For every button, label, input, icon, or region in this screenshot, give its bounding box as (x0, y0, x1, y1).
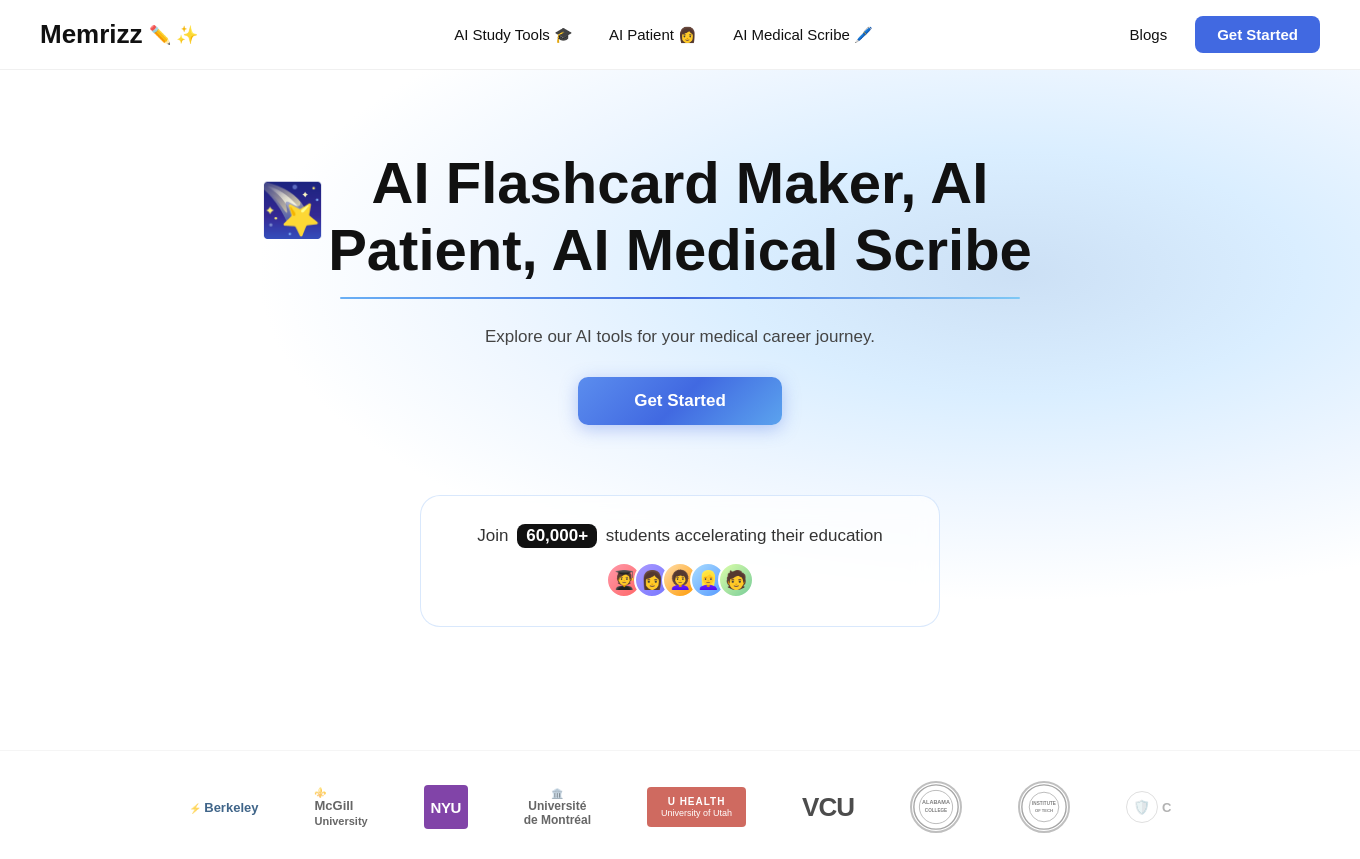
logo-unknown: 🛡️ C (1098, 791, 1199, 823)
nav-ai-study-tools[interactable]: AI Study Tools 🎓 (454, 26, 573, 44)
logo-text: Memrizz (40, 19, 143, 50)
join-text: Join 60,000+ students accelerating their… (471, 524, 889, 548)
hero-subtitle: Explore our AI tools for your medical ca… (485, 327, 875, 347)
vcu-logo-text: VCU (802, 792, 854, 823)
logo-vcu: VCU (774, 792, 882, 823)
hero-content: AI Flashcard Maker, AI Patient, AI Medic… (230, 70, 1130, 627)
svg-text:COLLEGE: COLLEGE (925, 808, 947, 813)
logo-mcgill: ⚜️ McGillUniversity (286, 787, 395, 828)
get-started-nav-button[interactable]: Get Started (1195, 16, 1320, 53)
nav-ai-patient[interactable]: AI Patient 👩 (609, 26, 697, 44)
nav-links: AI Study Tools 🎓 AI Patient 👩 AI Medical… (454, 26, 873, 44)
institute-seal: INSTITUTE OF TECH (1018, 781, 1070, 833)
unknown-logo: 🛡️ C (1126, 791, 1171, 823)
montreal-logo-text: 🏛️ Universitéde Montréal (524, 788, 591, 827)
join-avatars: 🧑‍🎓 👩 👩‍🦱 👱‍♀️ 🧑 (471, 562, 889, 598)
hero-divider (340, 297, 1020, 299)
nav-ai-medical-scribe[interactable]: AI Medical Scribe 🖊️ (733, 26, 873, 44)
join-box: Join 60,000+ students accelerating their… (420, 495, 940, 627)
logo-emoji: ✏️ ✨ (149, 24, 198, 46)
logo-alabama: ALABAMA COLLEGE (882, 781, 990, 833)
berkeley-logo-text: ⚡ Berkeley (189, 800, 259, 815)
join-count: 60,000+ (517, 524, 597, 548)
nav-right: Blogs Get Started (1130, 16, 1320, 53)
logo-seal2: INSTITUTE OF TECH (990, 781, 1098, 833)
logo-montreal: 🏛️ Universitéde Montréal (496, 788, 619, 827)
logos-strip: ⚡ Berkeley ⚜️ McGillUniversity NYU 🏛️ Un… (0, 750, 1360, 853)
logo-uth: U HEALTH University of Utah (619, 787, 774, 828)
blogs-link[interactable]: Blogs (1130, 26, 1168, 43)
svg-text:ALABAMA: ALABAMA (922, 799, 950, 805)
join-suffix: students accelerating their education (606, 526, 883, 545)
get-started-hero-button[interactable]: Get Started (578, 377, 782, 425)
logo-nyu: NYU (396, 785, 496, 829)
join-prefix: Join (477, 526, 508, 545)
mcgill-logo-text: ⚜️ McGillUniversity (314, 787, 367, 828)
hero-section: 🌠 AI Flashcard Maker, AI Patient, AI Med… (0, 70, 1360, 750)
svg-text:OF TECH: OF TECH (1035, 808, 1053, 813)
nyu-logo-badge: NYU (424, 785, 468, 829)
uth-logo-badge: U HEALTH University of Utah (647, 787, 746, 828)
navbar: Memrizz ✏️ ✨ AI Study Tools 🎓 AI Patient… (0, 0, 1360, 70)
logo-berkeley: ⚡ Berkeley (161, 800, 287, 815)
avatar-5: 🧑 (718, 562, 754, 598)
svg-text:INSTITUTE: INSTITUTE (1032, 801, 1056, 806)
alabama-seal: ALABAMA COLLEGE (910, 781, 962, 833)
hero-title: AI Flashcard Maker, AI Patient, AI Medic… (300, 150, 1060, 283)
logo[interactable]: Memrizz ✏️ ✨ (40, 19, 198, 50)
